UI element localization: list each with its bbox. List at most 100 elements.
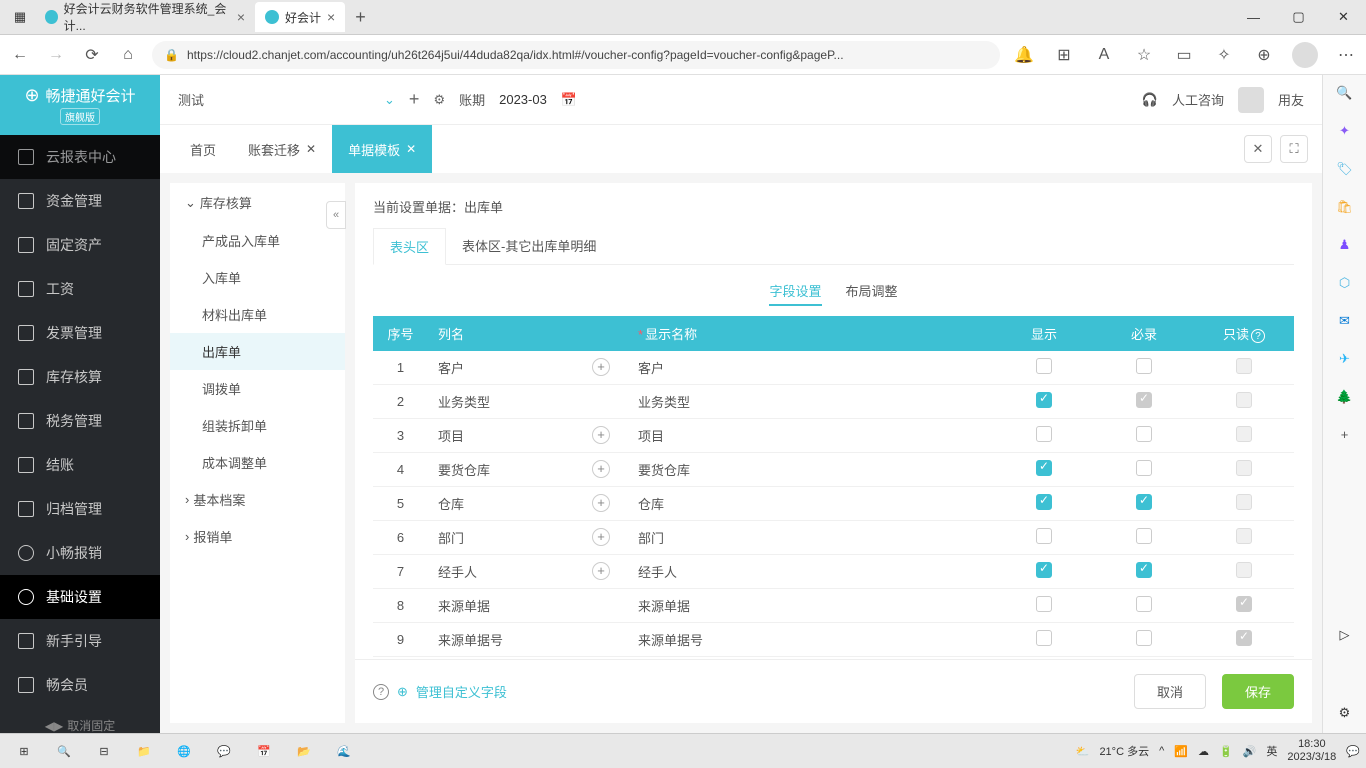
settings-button[interactable]: ⚙: [433, 92, 445, 108]
tree-item-2[interactable]: 材料出库单: [170, 296, 345, 333]
calendar-icon[interactable]: 📅: [561, 92, 577, 108]
tree-icon[interactable]: 🌲: [1336, 389, 1352, 405]
checkbox-show[interactable]: [1036, 426, 1052, 442]
cloud-icon[interactable]: ☁: [1198, 745, 1209, 758]
tree-item-3[interactable]: 出库单: [170, 333, 345, 370]
checkbox-show[interactable]: [1036, 392, 1052, 408]
checkbox-required[interactable]: [1136, 460, 1152, 476]
browser-tab-1[interactable]: 好会计云财务软件管理系统_会计... ×: [35, 2, 255, 32]
add-field-button[interactable]: +: [592, 426, 610, 444]
checkbox-required[interactable]: [1136, 528, 1152, 544]
textsize-icon[interactable]: A: [1092, 46, 1116, 64]
volume-icon[interactable]: 🔊: [1243, 745, 1257, 758]
back-button[interactable]: ←: [8, 46, 32, 64]
app-wechat[interactable]: 💬: [206, 736, 242, 766]
app-edge[interactable]: 🌊: [326, 736, 362, 766]
close-all-button[interactable]: ✕: [1244, 135, 1272, 163]
cell-display[interactable]: 要货仓库: [628, 453, 994, 487]
menu-icon[interactable]: ⋯: [1334, 45, 1358, 65]
checkbox-show[interactable]: [1036, 630, 1052, 646]
sidebar-collapse-icon[interactable]: ▷: [1340, 627, 1350, 643]
subtab-layout[interactable]: 布局调整: [846, 281, 898, 306]
checkbox-show[interactable]: [1036, 358, 1052, 374]
tab-template[interactable]: 单据模板✕: [332, 125, 432, 173]
cell-display[interactable]: 项目: [628, 419, 994, 453]
notifications-icon[interactable]: 💬: [1346, 745, 1360, 758]
tray-chevron-icon[interactable]: ^: [1159, 745, 1164, 757]
tree-item-0[interactable]: 产成品入库单: [170, 222, 345, 259]
collections-icon[interactable]: ✧: [1212, 45, 1236, 65]
avatar[interactable]: [1238, 87, 1264, 113]
favorite-icon[interactable]: ☆: [1132, 45, 1156, 65]
sidebar-item-assets[interactable]: 固定资产: [0, 223, 160, 267]
checkbox-required[interactable]: [1136, 562, 1152, 578]
add-field-button[interactable]: +: [592, 358, 610, 376]
sidebar-item-report[interactable]: 云报表中心: [0, 135, 160, 179]
company-selector[interactable]: 测试 ⌄: [178, 90, 395, 109]
consult-link[interactable]: 人工咨询: [1172, 90, 1224, 109]
browser-tab-2[interactable]: 好会计 ×: [255, 2, 345, 32]
close-window-button[interactable]: ✕: [1321, 0, 1366, 35]
tree-group-inventory[interactable]: ⌄库存核算: [170, 183, 345, 222]
close-icon[interactable]: ×: [327, 9, 335, 25]
cell-display[interactable]: 来源单据: [628, 589, 994, 623]
sidebar-item-tax[interactable]: 税务管理: [0, 399, 160, 443]
add-field-button[interactable]: +: [592, 562, 610, 580]
sidebar-item-funds[interactable]: 资金管理: [0, 179, 160, 223]
cell-display[interactable]: 仓库: [628, 487, 994, 521]
new-tab-button[interactable]: +: [345, 7, 376, 28]
downloads-icon[interactable]: ⊕: [1252, 45, 1276, 65]
tree-item-1[interactable]: 入库单: [170, 259, 345, 296]
tabs-icon[interactable]: ▦: [5, 2, 35, 32]
app-calendar[interactable]: 📅: [246, 736, 282, 766]
extensions-icon[interactable]: ⊞: [1052, 45, 1076, 65]
checkbox-required[interactable]: [1136, 630, 1152, 646]
app-explorer[interactable]: 📂: [286, 736, 322, 766]
tree-group-reimburse[interactable]: ›报销单: [170, 518, 345, 555]
add-button[interactable]: +: [409, 89, 420, 110]
ime-icon[interactable]: 英: [1266, 743, 1277, 759]
send-icon[interactable]: ✈: [1339, 351, 1350, 367]
add-field-button[interactable]: +: [592, 460, 610, 478]
checkbox-show[interactable]: [1036, 562, 1052, 578]
add-sidebar-icon[interactable]: +: [1341, 427, 1349, 442]
games-icon[interactable]: ♟: [1339, 237, 1351, 253]
shopping-icon[interactable]: 🛍: [1336, 199, 1353, 215]
url-input[interactable]: 🔒 https://cloud2.chanjet.com/accounting/…: [152, 41, 1000, 69]
profile-icon[interactable]: [1292, 42, 1318, 68]
weather-icon[interactable]: ⛅: [1076, 745, 1090, 758]
sidebar-item-salary[interactable]: 工资: [0, 267, 160, 311]
gear-icon[interactable]: ⚙: [1339, 705, 1351, 721]
checkbox-show[interactable]: [1036, 494, 1052, 510]
tab-home[interactable]: 首页: [174, 125, 232, 173]
sidebar-item-invoice[interactable]: 发票管理: [0, 311, 160, 355]
home-button[interactable]: ⌂: [116, 46, 140, 64]
cell-display[interactable]: 来源单据号: [628, 623, 994, 657]
cell-display[interactable]: 部门: [628, 521, 994, 555]
sidebar-item-archive[interactable]: 归档管理: [0, 487, 160, 531]
add-field-button[interactable]: +: [592, 528, 610, 546]
forward-button[interactable]: →: [44, 46, 68, 64]
checkbox-required[interactable]: [1136, 494, 1152, 510]
cancel-button[interactable]: 取消: [1134, 674, 1206, 709]
wifi-icon[interactable]: 📶: [1174, 745, 1188, 758]
checkbox-show[interactable]: [1036, 528, 1052, 544]
battery-icon[interactable]: 🔋: [1219, 745, 1233, 758]
tag-icon[interactable]: 🏷: [1336, 161, 1353, 177]
sidebar-item-reimburse[interactable]: 小畅报销: [0, 531, 160, 575]
refresh-button[interactable]: ⟳: [80, 45, 104, 65]
clock[interactable]: 18:30 2023/3/18: [1287, 738, 1336, 764]
subtab-fields[interactable]: 字段设置: [769, 281, 821, 306]
sidebar-item-guide[interactable]: 新手引导: [0, 619, 160, 663]
checkbox-required[interactable]: [1136, 596, 1152, 612]
htab-body[interactable]: 表体区-其它出库单明细: [446, 228, 612, 264]
close-icon[interactable]: ✕: [306, 142, 316, 156]
manage-fields-link[interactable]: 管理自定义字段: [416, 682, 507, 701]
reading-icon[interactable]: ▭: [1172, 45, 1196, 65]
checkbox-required[interactable]: [1136, 426, 1152, 442]
cell-display[interactable]: 经手人: [628, 555, 994, 589]
collapse-button[interactable]: «: [326, 201, 346, 229]
close-icon[interactable]: ✕: [406, 142, 416, 156]
tree-item-6[interactable]: 成本调整单: [170, 444, 345, 481]
minimize-button[interactable]: —: [1231, 0, 1276, 35]
